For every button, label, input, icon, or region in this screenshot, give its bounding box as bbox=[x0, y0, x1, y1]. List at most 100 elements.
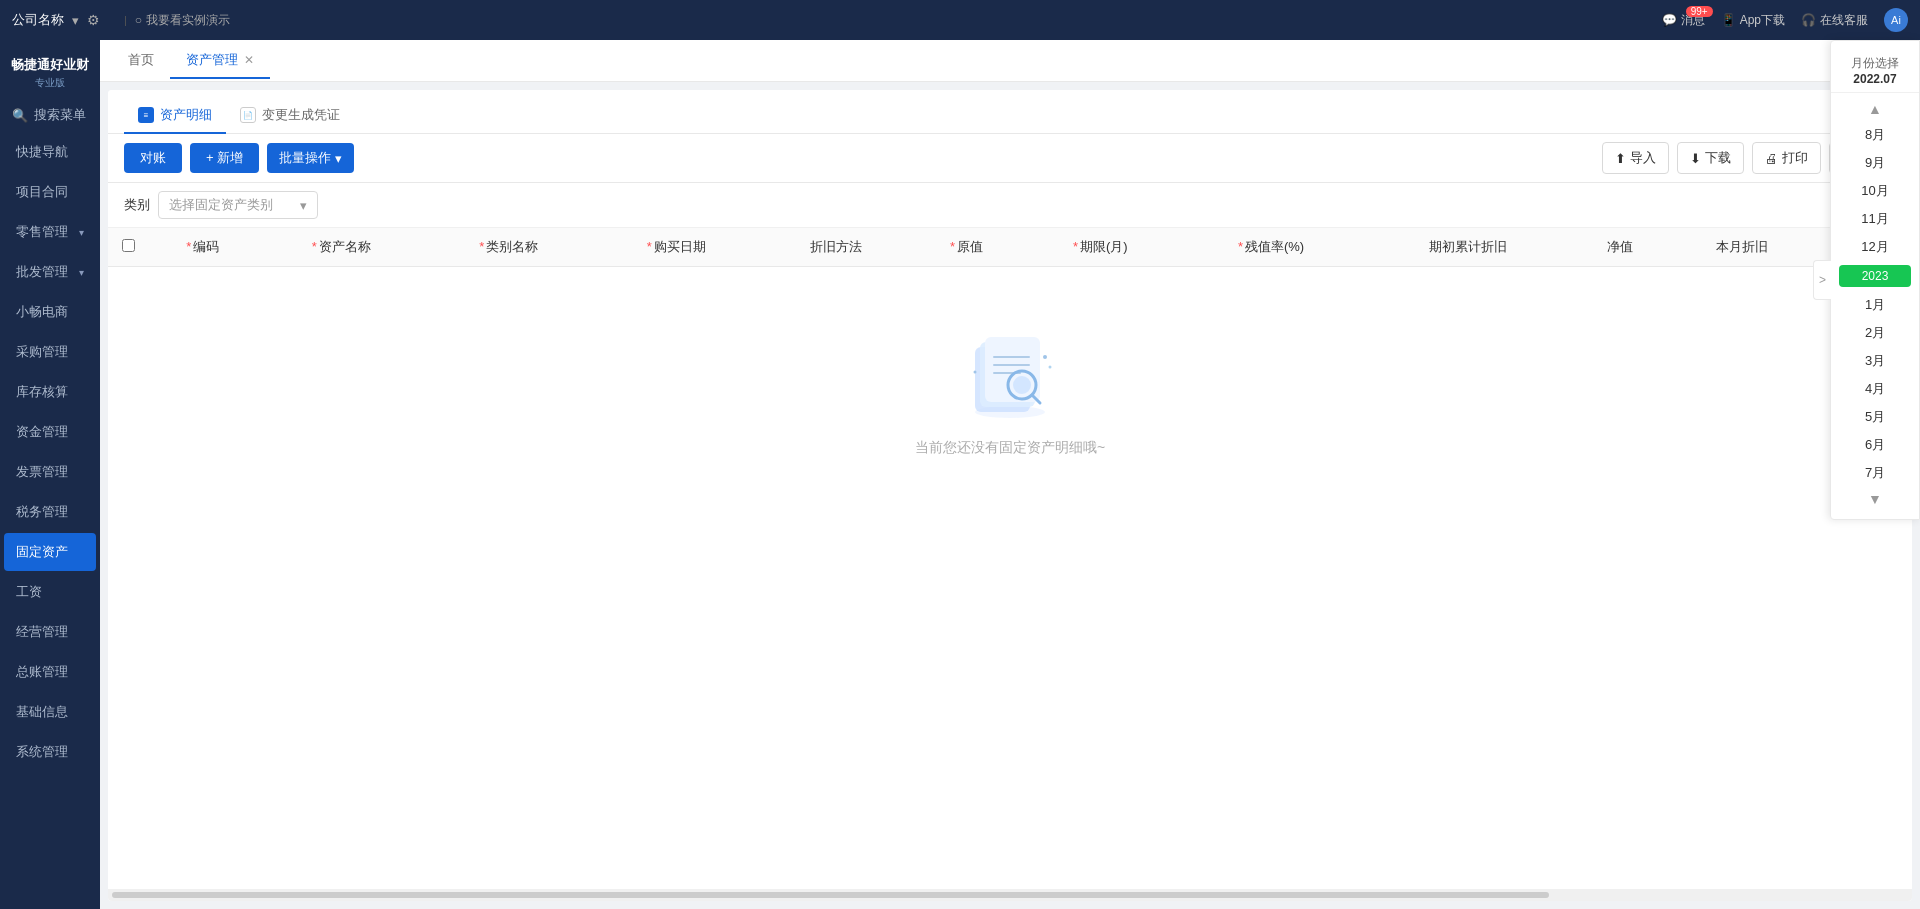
nav-tabs: 首页 资产管理 ✕ bbox=[100, 40, 1920, 82]
tab-close-icon[interactable]: ✕ bbox=[244, 53, 254, 67]
sidebar-item-fixed-assets[interactable]: 固定资产 bbox=[4, 533, 96, 571]
sidebar-item-wholesale-manage[interactable]: 批发管理 ▾ bbox=[4, 253, 96, 291]
sidebar-item-salary[interactable]: 工资 bbox=[4, 573, 96, 611]
tab-asset-manage[interactable]: 资产管理 ✕ bbox=[170, 43, 270, 79]
search-icon: 🔍 bbox=[12, 108, 28, 123]
headset-icon: 🎧 bbox=[1801, 13, 1816, 27]
month-item-2023-7[interactable]: 7月 bbox=[1831, 459, 1919, 487]
sidebar-item-retail-manage[interactable]: 零售管理 ▾ bbox=[4, 213, 96, 251]
sidebar-item-label: 工资 bbox=[16, 583, 84, 601]
category-filter-label: 类别 bbox=[124, 196, 150, 214]
sidebar-item-ecommerce[interactable]: 小畅电商 bbox=[4, 293, 96, 331]
sidebar-item-inventory[interactable]: 库存核算 bbox=[4, 373, 96, 411]
sidebar-item-tax[interactable]: 税务管理 bbox=[4, 493, 96, 531]
empty-state: 当前您还没有固定资产明细哦~ bbox=[108, 267, 1912, 517]
month-item-11[interactable]: 11月 bbox=[1831, 205, 1919, 233]
col-original-value: *原值 bbox=[912, 228, 1022, 267]
month-item-8[interactable]: 8月 bbox=[1831, 121, 1919, 149]
col-depreciation-method: 折旧方法 bbox=[760, 228, 912, 267]
sub-tab-asset-detail[interactable]: ≡ 资产明细 bbox=[124, 100, 226, 134]
print-button[interactable]: 🖨 打印 bbox=[1752, 142, 1821, 174]
top-header: 公司名称 ▾ ⚙ | ○ 我要看实例演示 💬 消息 99+ 📱 App下载 🎧 … bbox=[0, 0, 1920, 40]
sidebar-item-label: 采购管理 bbox=[16, 343, 84, 361]
sidebar-item-ledger[interactable]: 总账管理 bbox=[4, 653, 96, 691]
company-dropdown-icon[interactable]: ▾ bbox=[72, 13, 79, 28]
sidebar-item-quick-nav[interactable]: 快捷导航 bbox=[4, 133, 96, 171]
month-item-12[interactable]: 12月 bbox=[1831, 233, 1919, 261]
document-icon: 📄 bbox=[240, 107, 256, 123]
empty-text: 当前您还没有固定资产明细哦~ bbox=[915, 439, 1105, 457]
add-button[interactable]: + 新增 bbox=[190, 143, 259, 173]
header-left: 公司名称 ▾ ⚙ | ○ 我要看实例演示 bbox=[12, 11, 230, 29]
sub-tab-change-voucher[interactable]: 📄 变更生成凭证 bbox=[226, 100, 354, 134]
month-panel-header: 月份选择 2022.07 bbox=[1831, 49, 1919, 93]
reconcile-button[interactable]: 对账 bbox=[124, 143, 182, 173]
month-nav-down-button[interactable]: ▼ bbox=[1868, 491, 1882, 507]
phone-icon: 📱 bbox=[1721, 13, 1736, 27]
sidebar-item-purchase-manage[interactable]: 采购管理 bbox=[4, 333, 96, 371]
reconcile-label: 对账 bbox=[140, 149, 166, 167]
month-nav: ▲ bbox=[1831, 97, 1919, 121]
table-container: *编码 *资产名称 *类别名称 *购买日期 折旧方法 bbox=[108, 228, 1912, 889]
settings-icon[interactable]: ⚙ bbox=[87, 12, 100, 28]
message-badge: 99+ bbox=[1686, 6, 1713, 17]
toolbar: 对账 + 新增 批量操作 ▾ ⬆ 导入 ⬇ 下载 bbox=[108, 134, 1912, 183]
sidebar-item-label: 经营管理 bbox=[16, 623, 84, 641]
month-item-9[interactable]: 9月 bbox=[1831, 149, 1919, 177]
select-all-checkbox[interactable] bbox=[122, 239, 135, 252]
chevron-right-icon: ▾ bbox=[79, 227, 84, 238]
sidebar-item-finance[interactable]: 资金管理 bbox=[4, 413, 96, 451]
month-item-2023-3[interactable]: 3月 bbox=[1831, 347, 1919, 375]
sidebar-item-project-contract[interactable]: 项目合同 bbox=[4, 173, 96, 211]
download-button[interactable]: ⬇ 下载 bbox=[1677, 142, 1744, 174]
month-nav-up-button[interactable]: ▲ bbox=[1868, 101, 1882, 117]
sidebar-item-label: 总账管理 bbox=[16, 663, 84, 681]
demo-link[interactable]: ○ 我要看实例演示 bbox=[135, 12, 230, 29]
tab-home[interactable]: 首页 bbox=[112, 43, 170, 79]
tab-home-label: 首页 bbox=[128, 51, 154, 69]
sidebar-item-invoice[interactable]: 发票管理 bbox=[4, 453, 96, 491]
batch-dropdown-icon: ▾ bbox=[335, 151, 342, 166]
app-download-button[interactable]: 📱 App下载 bbox=[1721, 12, 1785, 29]
month-item-2023-2[interactable]: 2月 bbox=[1831, 319, 1919, 347]
svg-point-8 bbox=[1013, 376, 1031, 394]
demo-label: 我要看实例演示 bbox=[146, 12, 230, 29]
table-header-row: *编码 *资产名称 *类别名称 *购买日期 折旧方法 bbox=[108, 228, 1912, 267]
import-button[interactable]: ⬆ 导入 bbox=[1602, 142, 1669, 174]
sidebar-item-label: 资金管理 bbox=[16, 423, 84, 441]
batch-button[interactable]: 批量操作 ▾ bbox=[267, 143, 354, 173]
online-service-button[interactable]: 🎧 在线客服 bbox=[1801, 12, 1868, 29]
sidebar-item-label: 固定资产 bbox=[16, 543, 84, 561]
month-panel-toggle[interactable]: > bbox=[1813, 260, 1831, 300]
month-item-2023-4[interactable]: 4月 bbox=[1831, 375, 1919, 403]
month-panel: > 月份选择 2022.07 ▲ 8月 9月 10月 11月 12月 2023 … bbox=[1830, 40, 1920, 520]
search-menu-button[interactable]: 🔍 搜索菜单 bbox=[0, 98, 100, 132]
add-label: + 新增 bbox=[206, 149, 243, 167]
sidebar-item-label: 库存核算 bbox=[16, 383, 84, 401]
col-period: *期限(月) bbox=[1021, 228, 1179, 267]
sidebar-brand: 畅捷通好业财 专业版 bbox=[0, 48, 100, 98]
content-area: 首页 资产管理 ✕ ≡ 资产明细 📄 变更生成凭证 bbox=[100, 40, 1920, 909]
month-item-10[interactable]: 10月 bbox=[1831, 177, 1919, 205]
svg-point-11 bbox=[1049, 366, 1052, 369]
sidebar-item-operations[interactable]: 经营管理 bbox=[4, 613, 96, 651]
sidebar-item-basic-info[interactable]: 基础信息 bbox=[4, 693, 96, 731]
year-2023-badge: 2023 bbox=[1839, 265, 1911, 287]
sidebar-item-system-manage[interactable]: 系统管理 bbox=[4, 733, 96, 771]
month-item-2023-1[interactable]: 1月 bbox=[1831, 291, 1919, 319]
col-code: *编码 bbox=[148, 228, 258, 267]
col-net-value: 净值 bbox=[1573, 228, 1667, 267]
category-select[interactable]: 选择固定资产类别 ▾ bbox=[158, 191, 318, 219]
print-label: 打印 bbox=[1782, 149, 1808, 167]
chevron-right-icon: ▾ bbox=[79, 267, 84, 278]
print-icon: 🖨 bbox=[1765, 151, 1778, 166]
import-label: 导入 bbox=[1630, 149, 1656, 167]
search-menu-label: 搜索菜单 bbox=[34, 106, 86, 124]
horizontal-scrollbar[interactable] bbox=[108, 889, 1912, 901]
col-residual-rate: *残值率(%) bbox=[1179, 228, 1363, 267]
month-item-2023-5[interactable]: 5月 bbox=[1831, 403, 1919, 431]
user-avatar[interactable]: Ai bbox=[1884, 8, 1908, 32]
sub-tab-change-voucher-label: 变更生成凭证 bbox=[262, 106, 340, 124]
message-button[interactable]: 💬 消息 99+ bbox=[1662, 12, 1705, 29]
month-item-2023-6[interactable]: 6月 bbox=[1831, 431, 1919, 459]
